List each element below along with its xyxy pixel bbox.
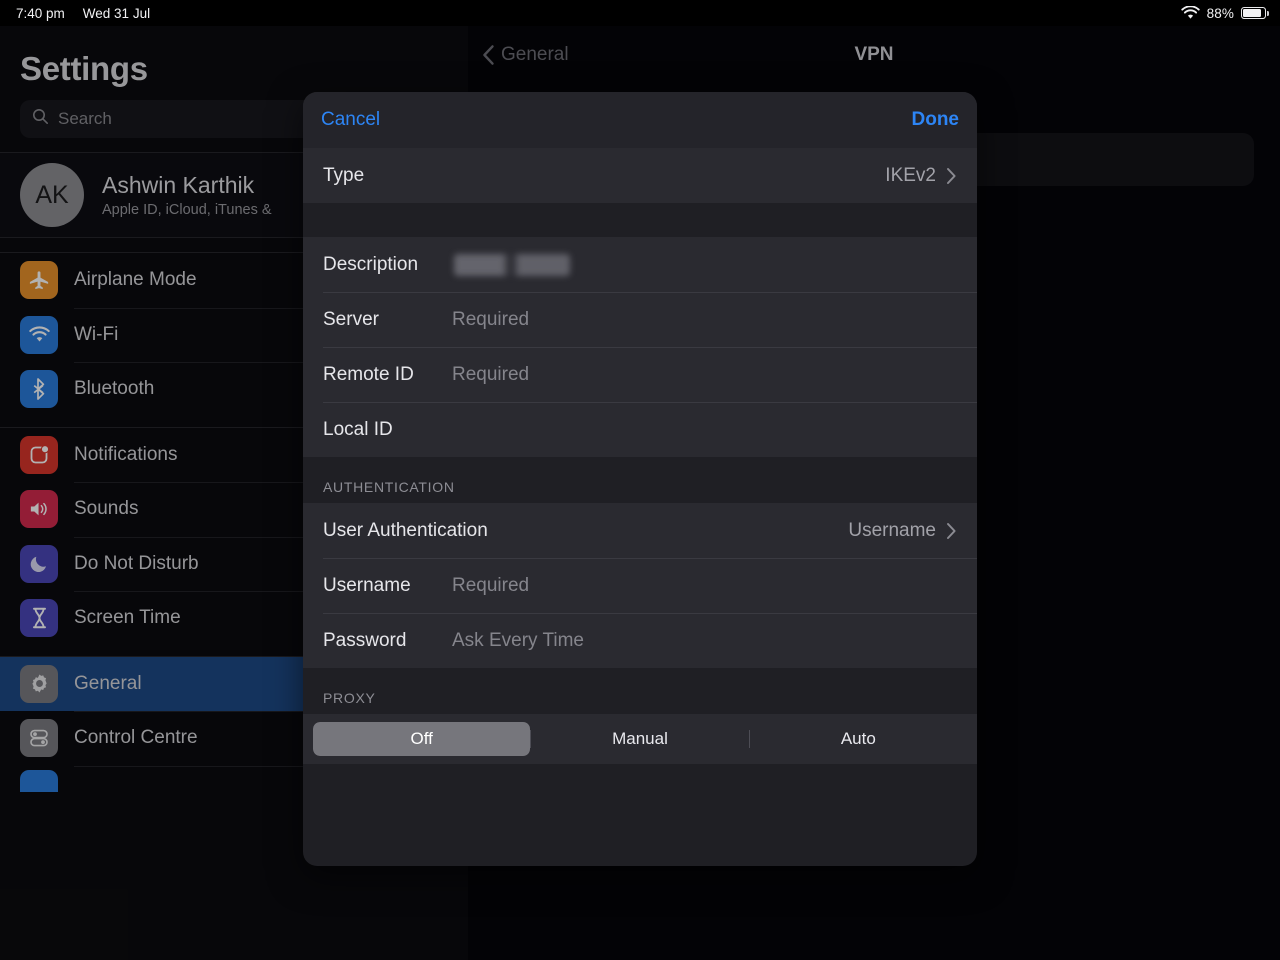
status-date: Wed 31 Jul — [82, 5, 151, 21]
connection-section: Description Server Required Remote ID Re… — [303, 237, 977, 457]
status-bar-right: 88% — [1181, 5, 1269, 21]
local-id-label: Local ID — [323, 418, 393, 440]
password-label: Password — [323, 629, 407, 651]
remote-id-placeholder: Required — [452, 363, 530, 385]
user-authentication-row[interactable]: User Authentication Username — [303, 503, 977, 558]
server-row[interactable]: Server Required — [303, 292, 977, 347]
user-authentication-label: User Authentication — [323, 519, 488, 541]
status-bar: 7:40 pm Wed 31 Jul 88% — [0, 0, 1280, 26]
battery-icon — [1241, 7, 1269, 19]
remote-id-row[interactable]: Remote ID Required — [303, 347, 977, 402]
proxy-option-manual[interactable]: Manual — [531, 722, 748, 756]
description-label: Description — [323, 253, 419, 275]
add-vpn-configuration-modal: Cancel Done Type IKEv2 Description Serve… — [303, 92, 977, 866]
type-value-group: IKEv2 — [885, 165, 957, 187]
password-placeholder: Ask Every Time — [452, 629, 584, 651]
status-time: 7:40 pm — [16, 5, 65, 21]
user-authentication-value-group: Username — [848, 520, 957, 542]
type-label: Type — [323, 164, 365, 186]
authentication-header: AUTHENTICATION — [303, 457, 977, 503]
local-id-row[interactable]: Local ID — [303, 402, 977, 457]
battery-percent: 88% — [1206, 5, 1234, 21]
username-label: Username — [323, 574, 411, 596]
proxy-header: PROXY — [303, 668, 977, 714]
modal-toolbar: Cancel Done — [303, 92, 977, 148]
done-button[interactable]: Done — [912, 109, 960, 131]
username-placeholder: Required — [452, 574, 530, 596]
authentication-section: User Authentication Username Username Re… — [303, 503, 977, 668]
proxy-option-off[interactable]: Off — [313, 722, 531, 756]
type-section: Type IKEv2 — [303, 148, 977, 203]
description-row[interactable]: Description — [303, 237, 977, 292]
type-value: IKEv2 — [885, 164, 936, 186]
server-label: Server — [323, 308, 379, 330]
modal-footer — [303, 764, 977, 832]
proxy-section: Off Manual Auto — [303, 714, 977, 764]
cancel-button[interactable]: Cancel — [321, 109, 380, 131]
server-placeholder: Required — [452, 308, 530, 330]
section-gap — [303, 203, 977, 237]
proxy-option-auto[interactable]: Auto — [750, 722, 967, 756]
chevron-right-icon — [946, 167, 957, 185]
status-bar-left: 7:40 pm Wed 31 Jul — [16, 6, 150, 21]
wifi-icon — [1181, 6, 1200, 20]
username-row[interactable]: Username Required — [303, 558, 977, 613]
type-row[interactable]: Type IKEv2 — [303, 148, 977, 203]
description-redacted-value — [454, 253, 570, 276]
user-authentication-value: Username — [848, 519, 936, 541]
password-row[interactable]: Password Ask Every Time — [303, 613, 977, 668]
proxy-segmented-control[interactable]: Off Manual Auto — [313, 722, 967, 756]
ipad-settings-screen: 7:40 pm Wed 31 Jul 88% Settings Search A… — [0, 0, 1280, 960]
remote-id-label: Remote ID — [323, 363, 414, 385]
chevron-right-icon — [946, 522, 957, 540]
